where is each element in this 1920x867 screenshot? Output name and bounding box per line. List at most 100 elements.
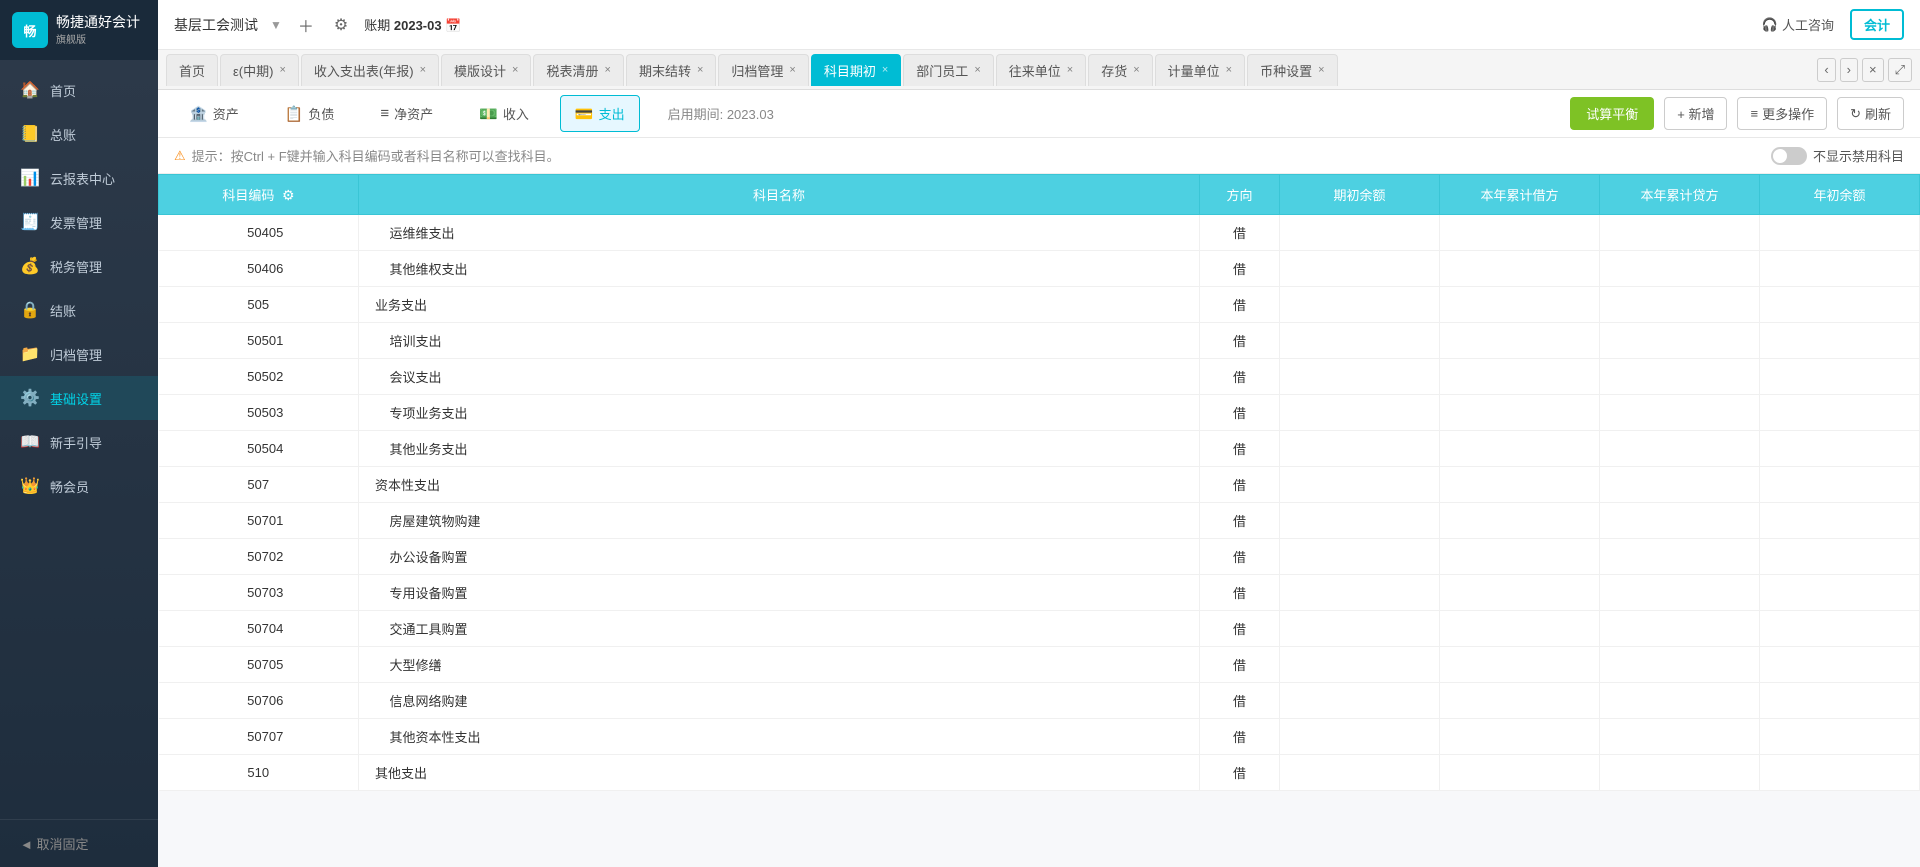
- tab-close-icon[interactable]: ×: [697, 64, 703, 76]
- tab-close-icon[interactable]: ×: [512, 64, 518, 76]
- account-button[interactable]: 会计: [1850, 9, 1904, 40]
- tab-----[interactable]: 部门员工×: [903, 54, 993, 86]
- cell-opening: [1280, 251, 1440, 287]
- cell-begin-balance: [1760, 575, 1920, 611]
- cell-ytd-credit: [1600, 287, 1760, 323]
- cell-name: 交通工具购置: [359, 611, 1200, 647]
- sidebar-cancel-pin[interactable]: ◄ 取消固定: [0, 819, 158, 867]
- sidebar-item-archive[interactable]: 📁归档管理: [0, 332, 158, 376]
- sidebar-logo: 畅 畅捷通好会计 旗舰版: [0, 0, 158, 60]
- tab----------[interactable]: 收入支出表(年报)×: [301, 54, 439, 86]
- tab-----[interactable]: 科目期初 ×: [811, 54, 901, 86]
- tab-close-icon[interactable]: ×: [279, 64, 285, 76]
- table-row: 507 资本性支出 借: [159, 467, 1920, 503]
- tab-close-icon[interactable]: ×: [605, 64, 611, 76]
- table-row: 50501 培训支出 借: [159, 323, 1920, 359]
- table-row: 50706 信息网络购建 借: [159, 683, 1920, 719]
- tab-expand-button[interactable]: ⤢: [1888, 58, 1912, 82]
- consult-button[interactable]: 🎧 人工咨询: [1762, 15, 1834, 34]
- tab-close-icon[interactable]: ×: [420, 64, 426, 76]
- sidebar-label-invoice: 发票管理: [50, 213, 102, 232]
- col-header-code: 科目编码 ⚙: [159, 175, 359, 215]
- table-row: 50702 办公设备购置 借: [159, 539, 1920, 575]
- subtab-asset[interactable]: 🏦 资产: [174, 95, 254, 132]
- tab-----[interactable]: 往来单位×: [996, 54, 1086, 86]
- cell-code: 50503: [159, 395, 359, 431]
- tab---[interactable]: 首页: [166, 54, 218, 86]
- tab-close-icon[interactable]: ×: [1133, 64, 1139, 76]
- tab-close-icon[interactable]: ×: [882, 64, 888, 76]
- cell-dir: 借: [1200, 431, 1280, 467]
- sidebar-item-invoice[interactable]: 🧾发票管理: [0, 200, 158, 244]
- cell-begin-balance: [1760, 611, 1920, 647]
- balance-button[interactable]: 试算平衡: [1570, 97, 1654, 130]
- sidebar-item-home[interactable]: 🏠首页: [0, 68, 158, 112]
- tab-----[interactable]: 税表清册×: [533, 54, 623, 86]
- tab-----[interactable]: 计量单位×: [1155, 54, 1245, 86]
- tab------[interactable]: ε(中期) ×: [220, 54, 299, 86]
- tab-nav-buttons: ‹ › × ⤢: [1817, 58, 1912, 82]
- toggle-switch[interactable]: [1771, 147, 1807, 165]
- subtab-expense[interactable]: 💳 支出: [560, 95, 640, 132]
- workspace-dropdown-icon[interactable]: ▼: [270, 18, 282, 32]
- more-button[interactable]: ≡ 更多操作: [1737, 97, 1827, 130]
- sidebar-item-ledger[interactable]: 📒总账: [0, 112, 158, 156]
- home-icon: 🏠: [20, 80, 40, 100]
- tab-close-icon[interactable]: ×: [1226, 64, 1232, 76]
- subtab-equity-label: 净资产: [394, 104, 433, 123]
- sidebar-item-guide[interactable]: 📖新手引导: [0, 420, 158, 464]
- add-button[interactable]: + 新增: [1664, 97, 1727, 130]
- toggle-knob: [1773, 149, 1787, 163]
- cell-name: 会议支出: [359, 359, 1200, 395]
- cell-ytd-debit: [1440, 683, 1600, 719]
- tab-----[interactable]: 币种设置×: [1247, 54, 1337, 86]
- cell-begin-balance: [1760, 647, 1920, 683]
- tab-prev-button[interactable]: ‹: [1817, 58, 1835, 82]
- cell-code: 507: [159, 467, 359, 503]
- cell-opening: [1280, 503, 1440, 539]
- sidebar-item-member[interactable]: 👑畅会员: [0, 464, 158, 508]
- cell-code: 50705: [159, 647, 359, 683]
- close-icon: 🔒: [20, 300, 40, 320]
- liability-icon: 📋: [285, 105, 304, 123]
- table-row: 50504 其他业务支出 借: [159, 431, 1920, 467]
- cell-name: 信息网络购建: [359, 683, 1200, 719]
- col-settings-icon[interactable]: ⚙: [282, 187, 295, 203]
- tab-close-all-button[interactable]: ×: [1862, 58, 1884, 82]
- cell-name: 运维维支出: [359, 215, 1200, 251]
- sidebar-item-close[interactable]: 🔒结账: [0, 288, 158, 332]
- tab-close-icon[interactable]: ×: [789, 64, 795, 76]
- cell-ytd-credit: [1600, 647, 1760, 683]
- tab-close-icon[interactable]: ×: [1067, 64, 1073, 76]
- cell-opening: [1280, 719, 1440, 755]
- tab-----[interactable]: 模版设计×: [441, 54, 531, 86]
- cell-ytd-credit: [1600, 611, 1760, 647]
- add-tab-icon[interactable]: ＋: [294, 9, 318, 41]
- sidebar-item-tax[interactable]: 💰税务管理: [0, 244, 158, 288]
- subtab-equity[interactable]: ≡ 净资产: [365, 95, 448, 132]
- sidebar-item-settings[interactable]: ⚙️基础设置: [0, 376, 158, 420]
- tab-label: ε(中期): [233, 61, 273, 80]
- cell-opening: [1280, 755, 1440, 791]
- tab-close-icon[interactable]: ×: [974, 64, 980, 76]
- table-row: 50704 交通工具购置 借: [159, 611, 1920, 647]
- tab---[interactable]: 存货×: [1088, 54, 1152, 86]
- cell-opening: [1280, 215, 1440, 251]
- cell-dir: 借: [1200, 359, 1280, 395]
- cell-name: 专项业务支出: [359, 395, 1200, 431]
- table-row: 50503 专项业务支出 借: [159, 395, 1920, 431]
- tab-label: 科目期初: [824, 61, 876, 80]
- subtab-liability[interactable]: 📋 负债: [270, 95, 350, 132]
- tab-close-icon[interactable]: ×: [1318, 64, 1324, 76]
- settings-icon[interactable]: ⚙: [330, 11, 352, 39]
- cell-dir: 借: [1200, 323, 1280, 359]
- refresh-button[interactable]: ↻ 刷新: [1837, 97, 1904, 130]
- sidebar-item-reports[interactable]: 📊云报表中心: [0, 156, 158, 200]
- cell-ytd-credit: [1600, 755, 1760, 791]
- cell-name: 大型修缮: [359, 647, 1200, 683]
- tab-----[interactable]: 期末结转×: [626, 54, 716, 86]
- tab-----[interactable]: 归档管理×: [718, 54, 808, 86]
- tab-next-button[interactable]: ›: [1840, 58, 1858, 82]
- subtab-income[interactable]: 💵 收入: [464, 95, 544, 132]
- col-header-name: 科目名称: [359, 175, 1200, 215]
